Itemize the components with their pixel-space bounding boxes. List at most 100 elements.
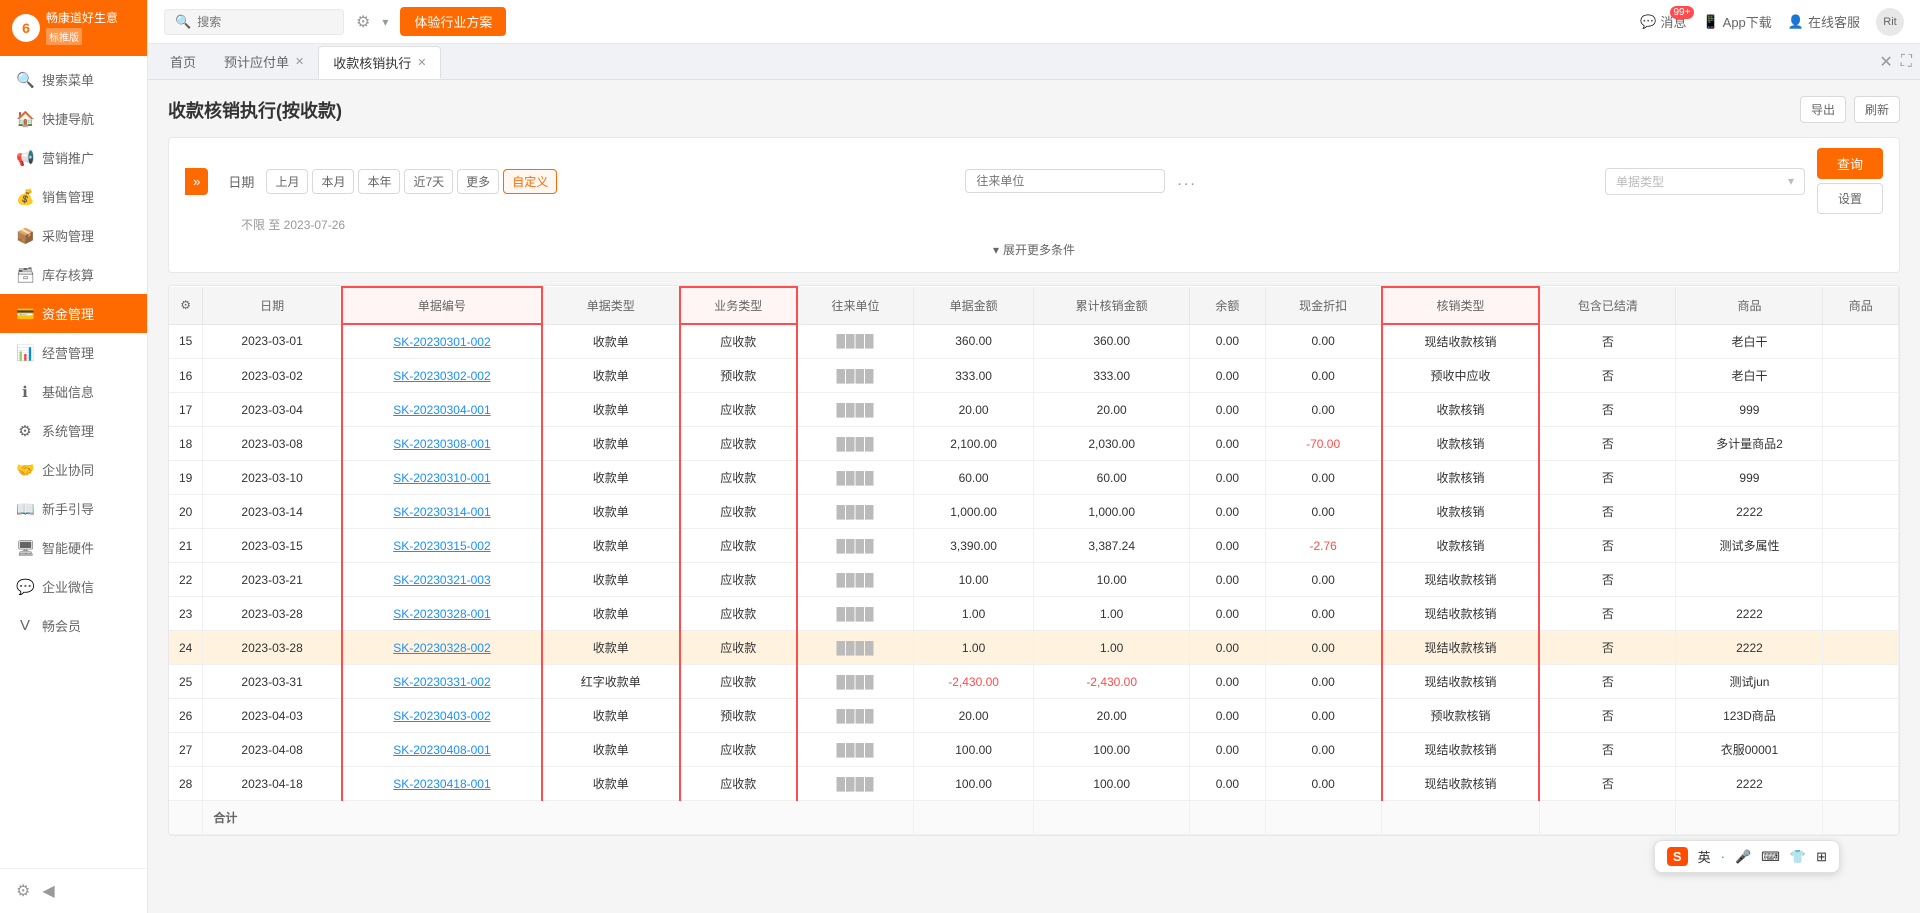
table-cell: 收款单 [542,767,680,801]
unit-filter-input[interactable] [965,169,1165,193]
table-cell: 15 [169,324,203,359]
table-cell: 0.00 [1265,393,1382,427]
table-cell: ████ [797,665,914,699]
bill-no-cell[interactable]: SK-20230315-002 [342,529,542,563]
avatar[interactable]: Rit [1876,8,1904,36]
close-collection-tab-icon[interactable]: ✕ [417,56,426,69]
data-table: ⚙ 日期 单据编号 单据类型 业务类型 往来单位 单据金额 累计核销金额 余额 … [169,286,1899,835]
collapse-icon[interactable]: ◀ [42,881,54,901]
table-cell: 多计量商品2 [1676,427,1823,461]
date-more-btn[interactable]: 更多 [457,169,499,194]
bill-type-filter[interactable]: 单据类型 ▾ [1605,168,1805,195]
table-row: 272023-04-08SK-20230408-001收款单应收款████100… [169,733,1899,767]
th-balance: 余额 [1190,287,1265,324]
tab-collection[interactable]: 收款核销执行 ✕ [318,46,441,79]
table-cell: 2023-04-03 [203,699,342,733]
sidebar-item-finance[interactable]: 💳 资金管理 [0,294,147,333]
bill-no-cell[interactable]: SK-20230310-001 [342,461,542,495]
tab-home[interactable]: 首页 [156,46,210,77]
table-cell: ████ [797,699,914,733]
bill-no-cell[interactable]: SK-20230403-002 [342,699,542,733]
im-grid-icon[interactable]: ⊞ [1816,849,1827,865]
cancel-type-cell: 收款核销 [1382,461,1540,495]
bill-no-cell[interactable]: SK-20230331-002 [342,665,542,699]
table-cell [1823,393,1899,427]
bill-no-cell[interactable]: SK-20230304-001 [342,393,542,427]
bill-no-cell[interactable]: SK-20230328-001 [342,597,542,631]
expand-more-btn[interactable]: ▾ 展开更多条件 [185,237,1883,262]
cancel-type-cell: 收款核销 [1382,393,1540,427]
footer-cancel [1382,801,1540,835]
topbar-search-box[interactable]: 🔍 [164,9,344,35]
bill-no-cell[interactable]: SK-20230321-003 [342,563,542,597]
table-header-row: ⚙ 日期 单据编号 单据类型 业务类型 往来单位 单据金额 累计核销金额 余额 … [169,287,1899,324]
sidebar-item-marketing[interactable]: 📢 营销推广 [0,138,147,177]
sidebar-item-guide[interactable]: 📖 新手引导 [0,489,147,528]
solution-button[interactable]: 体验行业方案 [400,7,506,36]
th-settings[interactable]: ⚙ [169,287,203,324]
date-this-year-btn[interactable]: 本年 [358,169,400,194]
filter-expand-button[interactable]: » [185,168,208,195]
table-cell: 25 [169,665,203,699]
im-keyboard-icon[interactable]: ⌨ [1761,849,1780,865]
online-service-link[interactable]: 👤 在线客服 [1788,12,1860,31]
search-input[interactable] [197,15,317,29]
date-custom-btn[interactable]: 自定义 [503,169,557,194]
im-lang-label[interactable]: 英 [1698,847,1711,866]
im-shirt-icon[interactable]: 👕 [1790,849,1806,865]
close-window-icon[interactable]: ✕ [1879,52,1892,72]
table-cell: 2023-03-31 [203,665,342,699]
sidebar-item-corp[interactable]: 🤝 企业协同 [0,450,147,489]
maximize-icon[interactable]: ⛶ [1901,53,1912,71]
tab-prepay[interactable]: 预计应付单 ✕ [210,46,318,77]
messages-button[interactable]: 💬 消息 99+ [1640,12,1686,31]
sidebar-item-member[interactable]: V 畅会员 [0,606,147,645]
table-cell: 否 [1539,597,1676,631]
topbar-gear-icon[interactable]: ⚙ [356,12,370,32]
sidebar-item-basic[interactable]: ℹ 基础信息 [0,372,147,411]
sidebar-item-hardware[interactable]: 🖥 智能硬件 [0,528,147,567]
refresh-button[interactable]: 刷新 [1854,96,1900,123]
bill-no-cell[interactable]: SK-20230308-001 [342,427,542,461]
table-cell: 2,030.00 [1034,427,1190,461]
date-7days-btn[interactable]: 近7天 [404,169,453,194]
sidebar-item-system[interactable]: ⚙ 系统管理 [0,411,147,450]
export-button[interactable]: 导出 [1800,96,1846,123]
sidebar-item-sales[interactable]: 💰 销售管理 [0,177,147,216]
settings-button[interactable]: 设置 [1817,183,1883,214]
table-row: 242023-03-28SK-20230328-002收款单应收款████1.0… [169,631,1899,665]
sidebar-item-wechat[interactable]: 💬 企业微信 [0,567,147,606]
bill-no-cell[interactable]: SK-20230301-002 [342,324,542,359]
table-cell: 60.00 [913,461,1033,495]
date-this-month-btn[interactable]: 本月 [312,169,354,194]
sidebar-logo: 6 畅康道好生意 标推版 [0,0,147,56]
bill-no-cell[interactable]: SK-20230314-001 [342,495,542,529]
bill-no-cell[interactable]: SK-20230328-002 [342,631,542,665]
date-last-month-btn[interactable]: 上月 [266,169,308,194]
biz-type-cell: 预收款 [680,359,797,393]
sidebar-item-purchase[interactable]: 📦 采购管理 [0,216,147,255]
table-cell [1823,495,1899,529]
table-cell: 999 [1676,393,1823,427]
query-button[interactable]: 查询 [1817,148,1883,179]
basic-icon: ℹ [16,383,34,401]
bill-no-cell[interactable]: SK-20230418-001 [342,767,542,801]
settings-icon[interactable]: ⚙ [16,881,30,901]
sidebar-item-quicknav[interactable]: 🏠 快捷导航 [0,99,147,138]
topbar-dropdown-icon[interactable]: ▾ [382,15,388,29]
sidebar-item-inventory[interactable]: 🗃 库存核算 [0,255,147,294]
bill-no-cell[interactable]: SK-20230408-001 [342,733,542,767]
app-download-link[interactable]: 📱 App下载 [1702,12,1771,31]
close-prepay-tab-icon[interactable]: ✕ [295,55,304,68]
table-cell [1823,597,1899,631]
bill-no-cell[interactable]: SK-20230302-002 [342,359,542,393]
im-mic-icon[interactable]: 🎤 [1735,849,1751,865]
filter-dots: ... [1177,172,1196,190]
table-cell: 0.00 [1265,767,1382,801]
table-cell: 0.00 [1265,733,1382,767]
table-cell [1823,699,1899,733]
table-cell: ████ [797,733,914,767]
table-row: 282023-04-18SK-20230418-001收款单应收款████100… [169,767,1899,801]
sidebar-item-search[interactable]: 🔍 搜索菜单 [0,60,147,99]
sidebar-item-operation[interactable]: 📊 经营管理 [0,333,147,372]
